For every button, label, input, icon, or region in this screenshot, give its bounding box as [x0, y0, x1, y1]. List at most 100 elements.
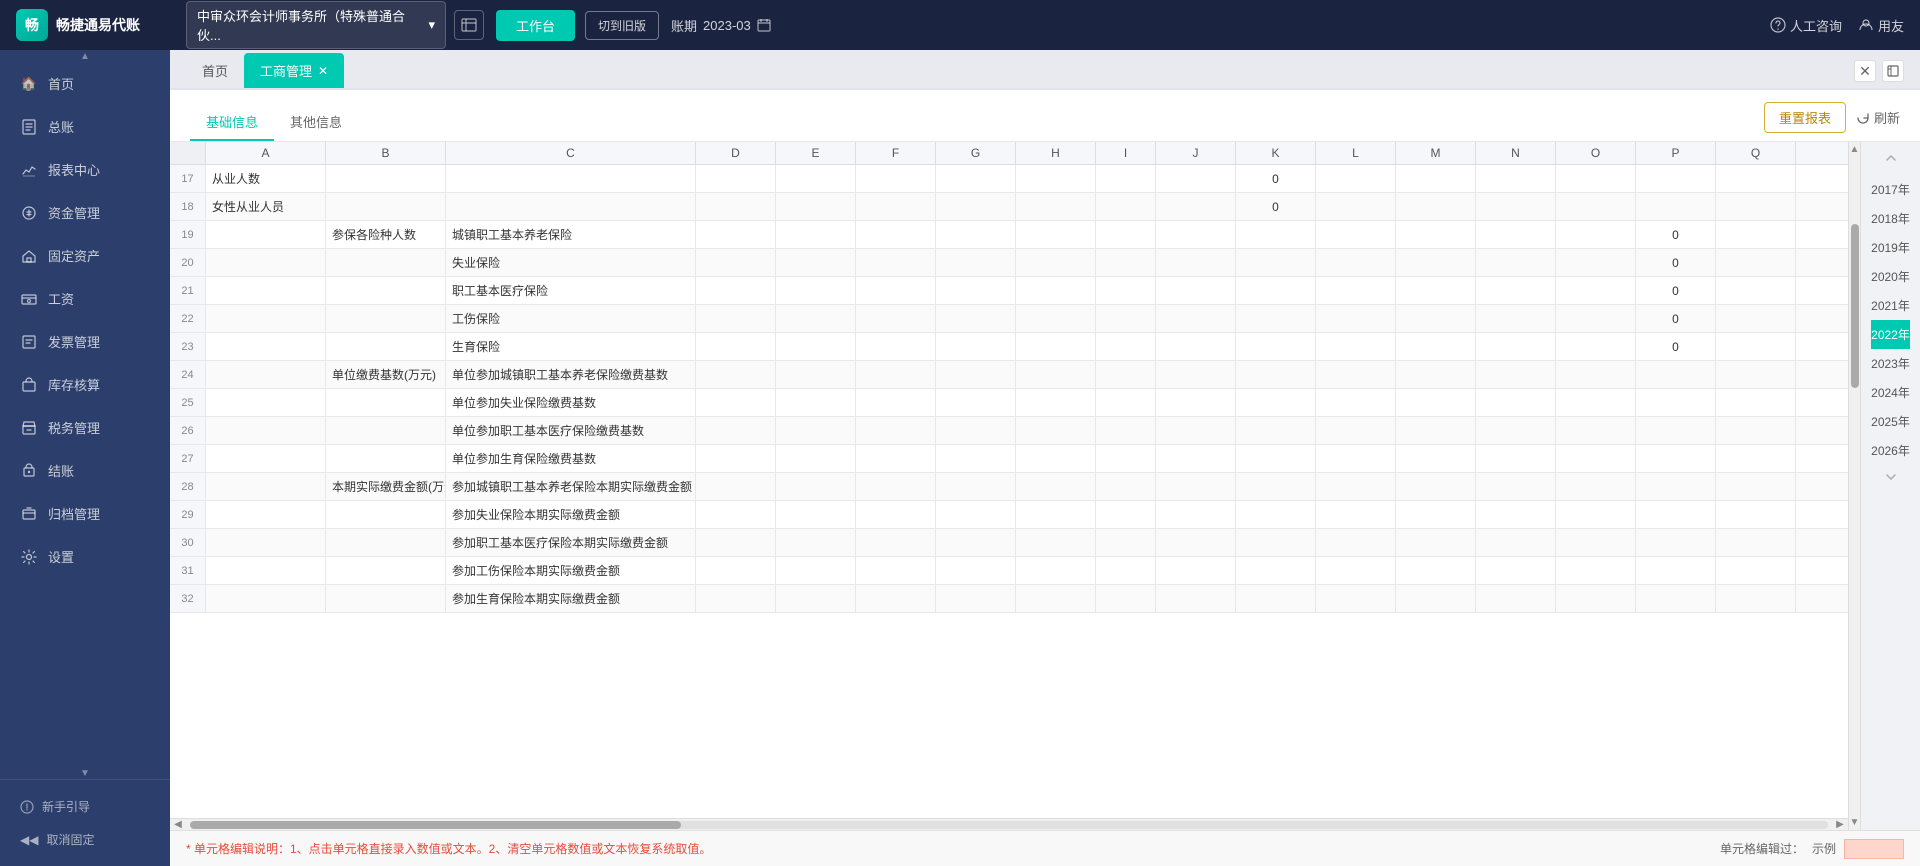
cell-j[interactable] [1156, 473, 1236, 500]
cell-d[interactable] [696, 473, 776, 500]
cell-l[interactable] [1316, 417, 1396, 444]
cell-n[interactable] [1476, 585, 1556, 612]
cell-n[interactable] [1476, 277, 1556, 304]
cell-n[interactable] [1476, 361, 1556, 388]
cell-p[interactable] [1636, 417, 1716, 444]
cell-f[interactable] [856, 165, 936, 192]
cell-c[interactable]: 单位参加城镇职工基本养老保险缴费基数 [446, 361, 696, 388]
cell-h[interactable] [1016, 305, 1096, 332]
cell-o[interactable] [1556, 501, 1636, 528]
cell-j[interactable] [1156, 445, 1236, 472]
cell-q[interactable] [1716, 249, 1796, 276]
cell-o[interactable] [1556, 445, 1636, 472]
cell-l[interactable] [1316, 165, 1396, 192]
cell-f[interactable] [856, 305, 936, 332]
cell-p[interactable] [1636, 193, 1716, 220]
cell-f[interactable] [856, 417, 936, 444]
cell-j[interactable] [1156, 501, 1236, 528]
table-row[interactable]: 22工伤保险0 [170, 305, 1848, 333]
cell-i[interactable] [1096, 529, 1156, 556]
cell-i[interactable] [1096, 501, 1156, 528]
year-item[interactable]: 2024年 [1871, 378, 1910, 407]
cell-n[interactable] [1476, 193, 1556, 220]
cell-n[interactable] [1476, 249, 1556, 276]
cell-p[interactable] [1636, 361, 1716, 388]
cell-k[interactable]: 0 [1236, 165, 1316, 192]
year-nav-down[interactable] [1861, 465, 1920, 494]
cell-i[interactable] [1096, 473, 1156, 500]
cell-j[interactable] [1156, 389, 1236, 416]
cell-h[interactable] [1016, 501, 1096, 528]
cell-l[interactable] [1316, 501, 1396, 528]
cell-d[interactable] [696, 249, 776, 276]
cell-n[interactable] [1476, 417, 1556, 444]
cell-f[interactable] [856, 333, 936, 360]
sub-tab-basic[interactable]: 基础信息 [190, 104, 274, 141]
cell-q[interactable] [1716, 473, 1796, 500]
cell-p[interactable] [1636, 529, 1716, 556]
cell-p[interactable] [1636, 557, 1716, 584]
v-scroll-thumb[interactable] [1851, 224, 1859, 388]
cell-h[interactable] [1016, 417, 1096, 444]
cell-l[interactable] [1316, 305, 1396, 332]
cell-p[interactable]: 0 [1636, 277, 1716, 304]
cell-c[interactable]: 职工基本医疗保险 [446, 277, 696, 304]
cell-j[interactable] [1156, 529, 1236, 556]
cell-m[interactable] [1396, 557, 1476, 584]
cell-l[interactable] [1316, 529, 1396, 556]
cell-l[interactable] [1316, 473, 1396, 500]
cell-q[interactable] [1716, 501, 1796, 528]
cell-g[interactable] [936, 249, 1016, 276]
cell-d[interactable] [696, 417, 776, 444]
cell-e[interactable] [776, 389, 856, 416]
cell-a[interactable] [206, 333, 326, 360]
cell-q[interactable] [1716, 333, 1796, 360]
table-row[interactable]: 27单位参加生育保险缴费基数 [170, 445, 1848, 473]
cell-q[interactable] [1716, 585, 1796, 612]
window-close-button[interactable]: ✕ [1854, 60, 1876, 82]
table-row[interactable]: 28本期实际缴费金额(万元)参加城镇职工基本养老保险本期实际缴费金额 [170, 473, 1848, 501]
cell-n[interactable] [1476, 221, 1556, 248]
cell-a[interactable] [206, 277, 326, 304]
cell-j[interactable] [1156, 249, 1236, 276]
cell-m[interactable] [1396, 333, 1476, 360]
cell-j[interactable] [1156, 277, 1236, 304]
cell-b[interactable] [326, 417, 446, 444]
year-item[interactable]: 2025年 [1871, 407, 1910, 436]
cell-e[interactable] [776, 165, 856, 192]
cell-p[interactable] [1636, 473, 1716, 500]
reset-report-button[interactable]: 重置报表 [1764, 102, 1846, 133]
cell-o[interactable] [1556, 193, 1636, 220]
cell-n[interactable] [1476, 445, 1556, 472]
cell-m[interactable] [1396, 445, 1476, 472]
sidebar-item-home[interactable]: 🏠 首页 [0, 62, 170, 105]
cell-i[interactable] [1096, 277, 1156, 304]
cell-l[interactable] [1316, 445, 1396, 472]
cell-d[interactable] [696, 557, 776, 584]
cell-l[interactable] [1316, 249, 1396, 276]
cell-e[interactable] [776, 501, 856, 528]
year-item[interactable]: 2022年 [1871, 320, 1910, 349]
cell-g[interactable] [936, 221, 1016, 248]
cell-i[interactable] [1096, 249, 1156, 276]
cell-a[interactable] [206, 305, 326, 332]
cell-k[interactable] [1236, 501, 1316, 528]
cell-o[interactable] [1556, 165, 1636, 192]
cell-c[interactable]: 参加工伤保险本期实际缴费金额 [446, 557, 696, 584]
cell-j[interactable] [1156, 585, 1236, 612]
cell-d[interactable] [696, 277, 776, 304]
tab-home[interactable]: 首页 [186, 53, 244, 88]
refresh-button[interactable]: 刷新 [1856, 108, 1900, 127]
cell-j[interactable] [1156, 305, 1236, 332]
cell-o[interactable] [1556, 557, 1636, 584]
cell-g[interactable] [936, 193, 1016, 220]
cell-c[interactable]: 单位参加生育保险缴费基数 [446, 445, 696, 472]
cell-f[interactable] [856, 557, 936, 584]
cell-i[interactable] [1096, 165, 1156, 192]
cell-q[interactable] [1716, 305, 1796, 332]
cell-g[interactable] [936, 305, 1016, 332]
cell-e[interactable] [776, 473, 856, 500]
year-item[interactable]: 2017年 [1871, 175, 1910, 204]
cell-q[interactable] [1716, 165, 1796, 192]
cell-h[interactable] [1016, 333, 1096, 360]
